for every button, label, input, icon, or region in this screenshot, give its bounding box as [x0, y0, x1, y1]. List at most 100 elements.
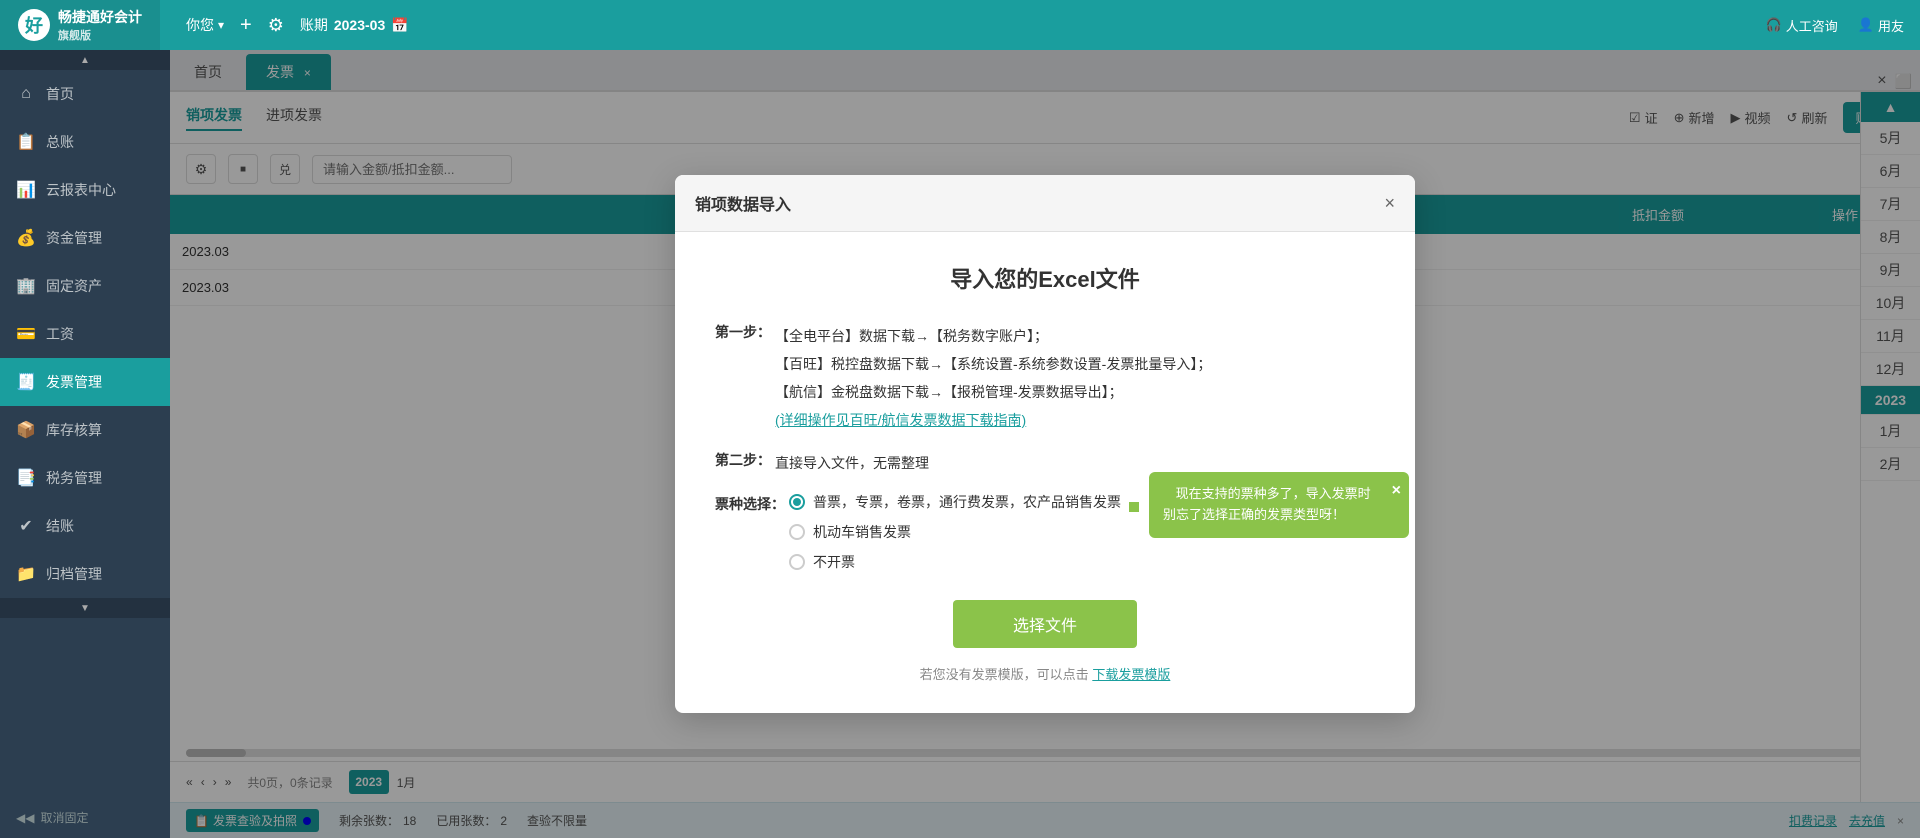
modal-title: 销项数据导入: [695, 191, 791, 215]
ledger-icon: 📋: [16, 132, 36, 152]
tax-icon: 📑: [16, 468, 36, 488]
period-label: 账期: [300, 15, 328, 35]
step2-text: 直接导入文件，无需整理: [775, 453, 929, 473]
add-icon[interactable]: +: [240, 14, 252, 37]
sidebar-label-inventory: 库存核算: [46, 420, 102, 440]
user-label: 用友: [1878, 16, 1904, 35]
sidebar-label-assets: 固定资产: [46, 276, 102, 296]
radio-label-2: 不开票: [813, 552, 855, 572]
home-icon: ⌂: [16, 85, 36, 103]
sidebar-item-ledger[interactable]: 📋 总账: [0, 118, 170, 166]
sidebar-item-invoice[interactable]: 🧾 发票管理: [0, 358, 170, 406]
top-bar-content: 你您 ▾ + ⚙ 账期 2023-03 📅 🎧 人工咨询 👤 用友: [186, 14, 1904, 37]
radio-circle-2: [789, 554, 805, 570]
modal-footer: 若您没有发票模版，可以点击 下载发票模版: [715, 664, 1375, 683]
sidebar: ▲ ⌂ 首页 📋 总账 📊 云报表中心 💰 资金管理 🏢 固定资产 💳 工资 🧾…: [0, 50, 170, 838]
radio-label-1: 机动车销售发票: [813, 522, 911, 542]
step1-block: 第一步： 【全电平台】数据下载→【税务数字账户】； 【百旺】税控盘数据下载→【系…: [715, 322, 1375, 434]
top-bar: 好 畅捷通好会计 旗舰版 你您 ▾ + ⚙ 账期 2023-03 📅 🎧 人工咨…: [0, 0, 1920, 50]
select-file-btn[interactable]: 选择文件: [953, 600, 1137, 648]
tooltip-popup: × 现在支持的票种多了，导入发票时别忘了选择正确的发票类型呀！: [1149, 472, 1409, 538]
sidebar-item-payroll[interactable]: 💳 工资: [0, 310, 170, 358]
inventory-icon: 📦: [16, 420, 36, 440]
modal-body: 导入您的Excel文件 第一步： 【全电平台】数据下载→【税务数字账户】； 【百…: [675, 232, 1415, 713]
sidebar-label-reports: 云报表中心: [46, 180, 116, 200]
headset-icon: 🎧: [1766, 17, 1782, 33]
sidebar-label-payroll: 工资: [46, 324, 74, 344]
main-layout: ▲ ⌂ 首页 📋 总账 📊 云报表中心 💰 资金管理 🏢 固定资产 💳 工资 🧾…: [0, 50, 1920, 838]
radio-circle-0: [789, 494, 805, 510]
sidebar-label-home: 首页: [46, 84, 74, 104]
ticket-select-block: 票种选择： 普票，专票，卷票，通行费发票，农产品销售发票 机动车销售发票: [715, 492, 1375, 572]
radio-item-1[interactable]: 机动车销售发票 × 现: [789, 522, 1121, 542]
logo-icon: 好: [18, 9, 50, 41]
content-area: 首页 发票 × × ⬜ 销项发票 进项发票: [170, 50, 1920, 838]
radio-item-0[interactable]: 普票，专票，卷票，通行费发票，农产品销售发票: [789, 492, 1121, 512]
step1-label: 第一步：: [715, 322, 771, 342]
step1-line3: 【航信】金税盘数据下载→【报税管理-发票数据导出】；: [775, 378, 1211, 406]
reports-icon: 📊: [16, 180, 36, 200]
sidebar-item-tax[interactable]: 📑 税务管理: [0, 454, 170, 502]
company-selector[interactable]: 你您 ▾: [186, 15, 224, 35]
support-btn[interactable]: 🎧 人工咨询: [1766, 16, 1838, 35]
sidebar-item-archive[interactable]: 📁 归档管理: [0, 550, 170, 598]
chevron-down-icon[interactable]: ▾: [218, 18, 224, 32]
close-accounts-icon: ✔: [16, 516, 36, 536]
calendar-icon[interactable]: 📅: [391, 17, 408, 34]
tooltip-dot: [1129, 502, 1139, 512]
settings-icon[interactable]: ⚙: [268, 15, 284, 36]
sidebar-item-assets[interactable]: 🏢 固定资产: [0, 262, 170, 310]
sidebar-label-close: 结账: [46, 516, 74, 536]
app-edition: 旗舰版: [58, 27, 142, 43]
sidebar-label-tax: 税务管理: [46, 468, 102, 488]
sidebar-item-funds[interactable]: 💰 资金管理: [0, 214, 170, 262]
period-value: 2023-03: [334, 17, 385, 33]
period-display: 账期 2023-03 📅: [300, 15, 409, 35]
funds-icon: 💰: [16, 228, 36, 248]
user-menu[interactable]: 👤 用友: [1858, 16, 1904, 35]
step2-label: 第二步：: [715, 450, 771, 470]
modal-close-btn[interactable]: ×: [1384, 193, 1395, 214]
modal-main-title: 导入您的Excel文件: [715, 262, 1375, 294]
sidebar-item-home[interactable]: ⌂ 首页: [0, 70, 170, 118]
sidebar-scroll-down[interactable]: ▼: [0, 598, 170, 618]
ticket-label: 票种选择：: [715, 492, 785, 514]
app-name: 畅捷通好会计: [58, 7, 142, 27]
assets-icon: 🏢: [16, 276, 36, 296]
archive-icon: 📁: [16, 564, 36, 584]
step1-link[interactable]: (详细操作见百旺/航信发票数据下载指南): [775, 406, 1211, 434]
sidebar-unpin-btn[interactable]: ◀◀ 取消固定: [0, 797, 170, 838]
radio-label-0: 普票，专票，卷票，通行费发票，农产品销售发票: [813, 492, 1121, 512]
sidebar-item-close[interactable]: ✔ 结账: [0, 502, 170, 550]
radio-group: 普票，专票，卷票，通行费发票，农产品销售发票 机动车销售发票: [789, 492, 1121, 572]
tooltip-close-btn[interactable]: ×: [1392, 478, 1401, 504]
payroll-icon: 💳: [16, 324, 36, 344]
sidebar-label-funds: 资金管理: [46, 228, 102, 248]
tooltip-anchor: × 现在支持的票种多了，导入发票时别忘了选择正确的发票类型呀！: [1129, 502, 1139, 512]
sidebar-item-inventory[interactable]: 📦 库存核算: [0, 406, 170, 454]
modal-header: 销项数据导入 ×: [675, 175, 1415, 232]
sidebar-item-reports[interactable]: 📊 云报表中心: [0, 166, 170, 214]
modal-overlay: 销项数据导入 × 导入您的Excel文件 第一步： 【全电平台】数据下载→【税务…: [170, 50, 1920, 838]
top-right-actions: 🎧 人工咨询 👤 用友: [1766, 16, 1904, 35]
step1-content: 【全电平台】数据下载→【税务数字账户】； 【百旺】税控盘数据下载→【系统设置-系…: [775, 322, 1211, 434]
modal-footer-text: 若您没有发票模版，可以点击: [920, 667, 1089, 682]
tooltip-text: 现在支持的票种多了，导入发票时别忘了选择正确的发票类型呀！: [1163, 484, 1379, 526]
modal-footer-link[interactable]: 下载发票模版: [1092, 667, 1170, 682]
support-label: 人工咨询: [1786, 16, 1838, 35]
sidebar-scroll-up[interactable]: ▲: [0, 50, 170, 70]
step1-line1: 【全电平台】数据下载→【税务数字账户】；: [775, 322, 1211, 350]
step1-line2: 【百旺】税控盘数据下载→【系统设置-系统参数设置-发票批量导入】；: [775, 350, 1211, 378]
radio-circle-1: [789, 524, 805, 540]
user-icon: 👤: [1858, 17, 1874, 33]
pin-icon: ◀◀: [16, 811, 34, 825]
sidebar-label-archive: 归档管理: [46, 564, 102, 584]
step1-link-text[interactable]: (详细操作见百旺/航信发票数据下载指南): [775, 412, 1026, 428]
app-logo: 好 畅捷通好会计 旗舰版: [0, 0, 160, 50]
modal-dialog: 销项数据导入 × 导入您的Excel文件 第一步： 【全电平台】数据下载→【税务…: [675, 175, 1415, 713]
sidebar-label-invoice: 发票管理: [46, 372, 102, 392]
invoice-icon: 🧾: [16, 372, 36, 392]
radio-item-2[interactable]: 不开票: [789, 552, 1121, 572]
sidebar-bottom-label: 取消固定: [40, 809, 88, 826]
sidebar-label-ledger: 总账: [46, 132, 74, 152]
